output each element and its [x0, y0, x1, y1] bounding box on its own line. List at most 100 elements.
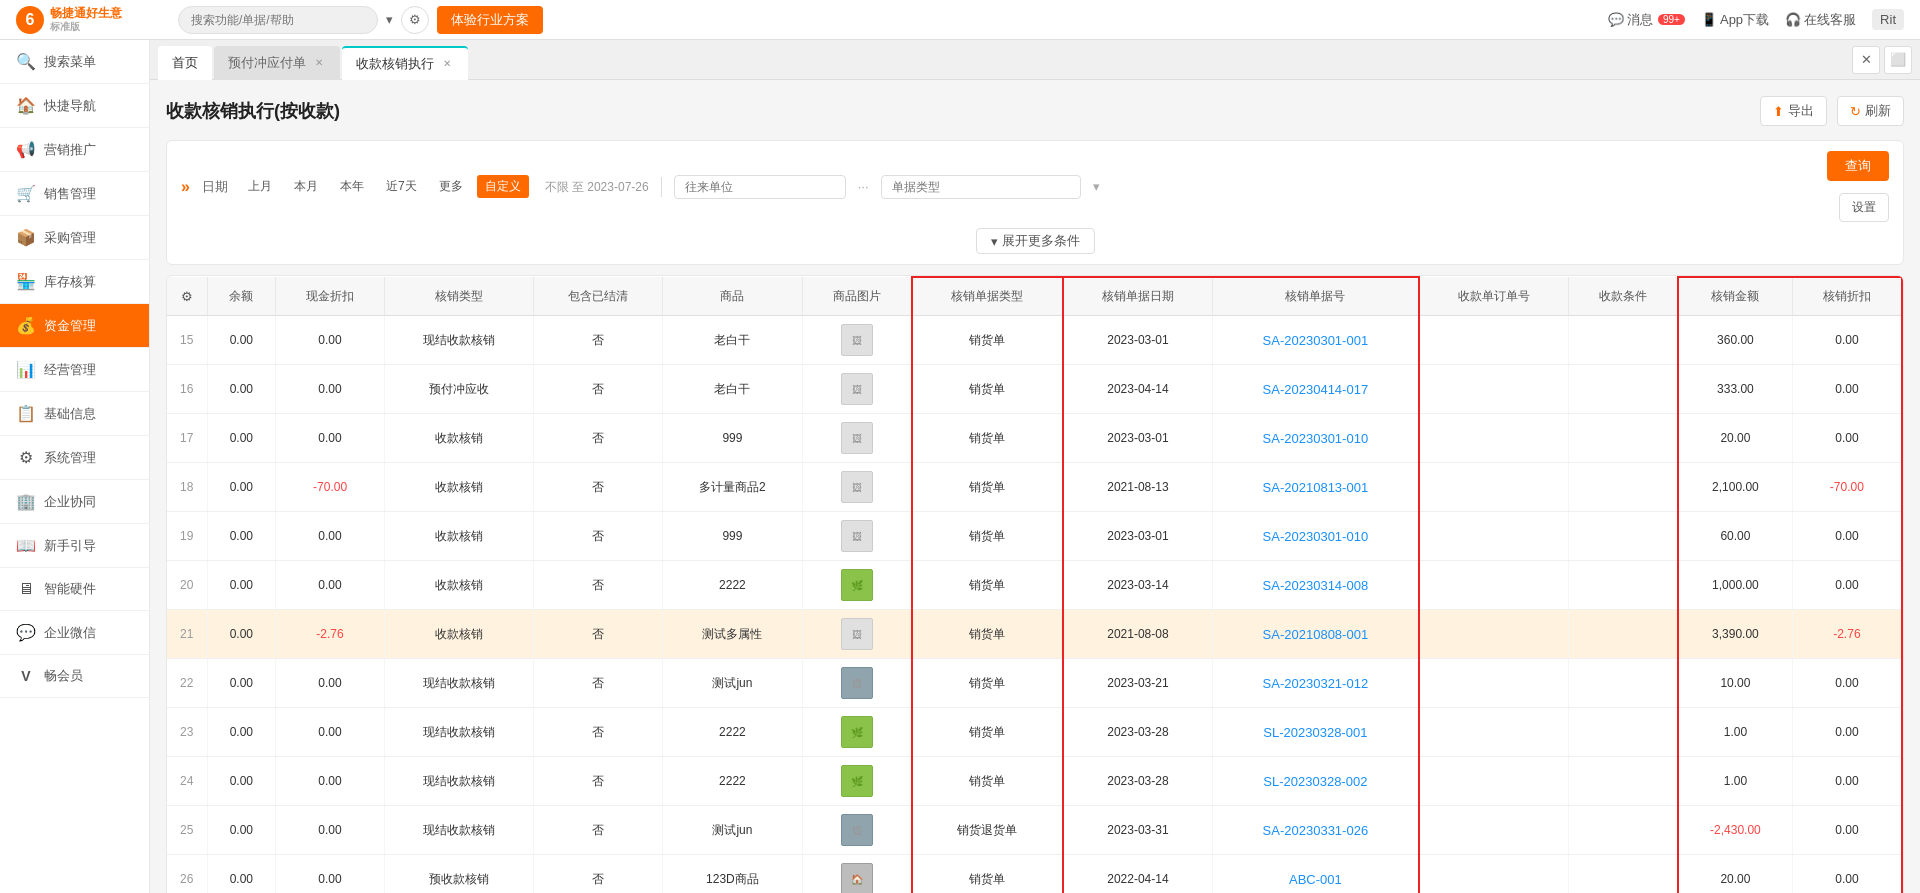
sidebar-item-system[interactable]: ⚙ 系统管理 — [0, 436, 149, 480]
expand-more-btn[interactable]: ▾ 展开更多条件 — [976, 228, 1095, 254]
sidebar-item-operations[interactable]: 📊 经营管理 — [0, 348, 149, 392]
tab-receipt[interactable]: 收款核销执行 ✕ — [342, 46, 468, 80]
bill-no-link[interactable]: SA-20230301-010 — [1263, 529, 1369, 544]
tab-home[interactable]: 首页 — [158, 46, 212, 80]
expand-collapse-btn[interactable]: » — [181, 178, 190, 196]
export-btn[interactable]: ⬆ 导出 — [1760, 96, 1827, 126]
td-rownum: 22 — [167, 659, 207, 708]
sidebar-item-marketing[interactable]: 📢 营销推广 — [0, 128, 149, 172]
td-receipt-condition — [1568, 512, 1678, 561]
notification-btn[interactable]: 💬 消息 99+ — [1608, 11, 1685, 29]
sidebar-item-search[interactable]: 🔍 搜索菜单 — [0, 40, 149, 84]
sidebar-item-basics[interactable]: 📋 基础信息 — [0, 392, 149, 436]
td-include-settled: 否 — [533, 561, 662, 610]
tab-receipt-close[interactable]: ✕ — [440, 57, 454, 71]
date-option-custom[interactable]: 自定义 — [477, 175, 529, 198]
query-btn[interactable]: 查询 — [1827, 151, 1889, 181]
td-goods-image: 🖼 — [802, 512, 912, 561]
app-name: 畅捷通好生意 — [50, 6, 122, 20]
td-cancel-discount: 0.00 — [1792, 855, 1902, 894]
tab-expand-btn[interactable]: ⬜ — [1884, 46, 1912, 74]
sidebar-item-finance[interactable]: 💰 资金管理 — [0, 304, 149, 348]
sidebar-item-enterprise[interactable]: 🏢 企业协同 — [0, 480, 149, 524]
app-icon: 📱 — [1701, 12, 1717, 27]
sidebar-item-inventory[interactable]: 🏪 库存核算 — [0, 260, 149, 304]
industry-btn[interactable]: 体验行业方案 — [437, 6, 543, 34]
td-cancel-bill-no: SA-20230301-010 — [1213, 414, 1419, 463]
th-goods-image: 商品图片 — [802, 277, 912, 316]
bill-no-link[interactable]: SA-20230301-001 — [1263, 333, 1369, 348]
tab-prepay-close[interactable]: ✕ — [312, 56, 326, 70]
td-cancel-discount: -2.76 — [1792, 610, 1902, 659]
td-rownum: 15 — [167, 316, 207, 365]
tab-bar: 首页 预付冲应付单 ✕ 收款核销执行 ✕ ✕ ⬜ — [150, 40, 1920, 80]
td-balance: 0.00 — [207, 855, 276, 894]
sidebar-item-purchase[interactable]: 📦 采购管理 — [0, 216, 149, 260]
td-goods: 测试jun — [662, 806, 802, 855]
sidebar-label-member: 畅会员 — [44, 667, 83, 685]
td-cancel-type: 预付冲应收 — [384, 365, 533, 414]
dots-indicator: ··· — [858, 179, 869, 194]
td-goods-image: 🖼 — [802, 316, 912, 365]
td-cash-discount: -2.76 — [276, 610, 385, 659]
bill-no-link[interactable]: SA-20230314-008 — [1263, 578, 1369, 593]
sidebar-label-purchase: 采购管理 — [44, 229, 96, 247]
refresh-btn[interactable]: ↻ 刷新 — [1837, 96, 1904, 126]
dropdown-btn[interactable]: ▾ — [386, 12, 393, 27]
tab-prepay[interactable]: 预付冲应付单 ✕ — [214, 46, 340, 80]
sidebar-item-hardware[interactable]: 🖥 智能硬件 — [0, 568, 149, 611]
sidebar-item-member[interactable]: V 畅会员 — [0, 655, 149, 698]
bill-no-link[interactable]: SA-20230301-010 — [1263, 431, 1369, 446]
online-service-btn[interactable]: 🎧 在线客服 — [1785, 11, 1856, 29]
date-option-7days[interactable]: 近7天 — [378, 175, 425, 198]
bill-no-link[interactable]: ABC-001 — [1289, 872, 1342, 887]
td-balance: 0.00 — [207, 561, 276, 610]
td-cancel-amount: 333.00 — [1678, 365, 1792, 414]
table-scroll[interactable]: ⚙ 余额 现金折扣 核销类型 包含已结清 商品 商品图片 核销单据类型 核销单据… — [167, 276, 1903, 893]
td-cash-discount: 0.00 — [276, 561, 385, 610]
th-goods: 商品 — [662, 277, 802, 316]
date-option-this-month[interactable]: 本月 — [286, 175, 326, 198]
expand-more-row: ▾ 展开更多条件 — [181, 228, 1889, 254]
bill-no-link[interactable]: SA-20230321-012 — [1263, 676, 1369, 691]
bill-no-link[interactable]: SA-20210808-001 — [1263, 627, 1369, 642]
td-include-settled: 否 — [533, 806, 662, 855]
td-goods: 999 — [662, 512, 802, 561]
app-edition: 标准版 — [50, 21, 122, 33]
sidebar-item-wechat[interactable]: 💬 企业微信 — [0, 611, 149, 655]
bill-no-link[interactable]: SL-20230328-001 — [1263, 725, 1367, 740]
sidebar-item-sales[interactable]: 🛒 销售管理 — [0, 172, 149, 216]
td-include-settled: 否 — [533, 316, 662, 365]
bill-type-input[interactable] — [881, 175, 1081, 199]
counterpart-input[interactable] — [674, 175, 846, 199]
td-cancel-amount: 1.00 — [1678, 708, 1792, 757]
settings-btn[interactable]: 设置 — [1839, 193, 1889, 222]
bill-no-link[interactable]: SL-20230328-002 — [1263, 774, 1367, 789]
date-option-last-month[interactable]: 上月 — [240, 175, 280, 198]
header-row: ⚙ 余额 现金折扣 核销类型 包含已结清 商品 商品图片 核销单据类型 核销单据… — [167, 277, 1902, 316]
app-download-btn[interactable]: 📱 App下载 — [1701, 11, 1769, 29]
th-settings[interactable]: ⚙ — [167, 277, 207, 316]
cart-icon: 🛒 — [16, 184, 36, 203]
search-input[interactable] — [178, 6, 378, 34]
bill-no-link[interactable]: SA-20230331-026 — [1263, 823, 1369, 838]
money-icon: 💰 — [16, 316, 36, 335]
user-btn[interactable]: Rit — [1872, 9, 1904, 30]
gear-icon[interactable]: ⚙ — [401, 6, 429, 34]
td-cancel-bill-date: 2021-08-13 — [1063, 463, 1213, 512]
sidebar-item-quicknav[interactable]: 🏠 快捷导航 — [0, 84, 149, 128]
date-option-more[interactable]: 更多 — [431, 175, 471, 198]
sidebar-item-guide[interactable]: 📖 新手引导 — [0, 524, 149, 568]
chevron-down-icon: ▾ — [991, 234, 998, 249]
tab-close-btn[interactable]: ✕ — [1852, 46, 1880, 74]
bill-no-link[interactable]: SA-20210813-001 — [1263, 480, 1369, 495]
collapse-icon: » — [181, 178, 190, 196]
date-option-this-year[interactable]: 本年 — [332, 175, 372, 198]
td-cancel-bill-type: 销货单 — [912, 512, 1063, 561]
td-cancel-bill-type: 销货单 — [912, 757, 1063, 806]
bill-no-link[interactable]: SA-20230414-017 — [1263, 382, 1369, 397]
td-cancel-bill-date: 2023-03-14 — [1063, 561, 1213, 610]
td-receipt-order-no — [1419, 855, 1569, 894]
refresh-icon: ↻ — [1850, 104, 1861, 119]
sidebar-label-marketing: 营销推广 — [44, 141, 96, 159]
